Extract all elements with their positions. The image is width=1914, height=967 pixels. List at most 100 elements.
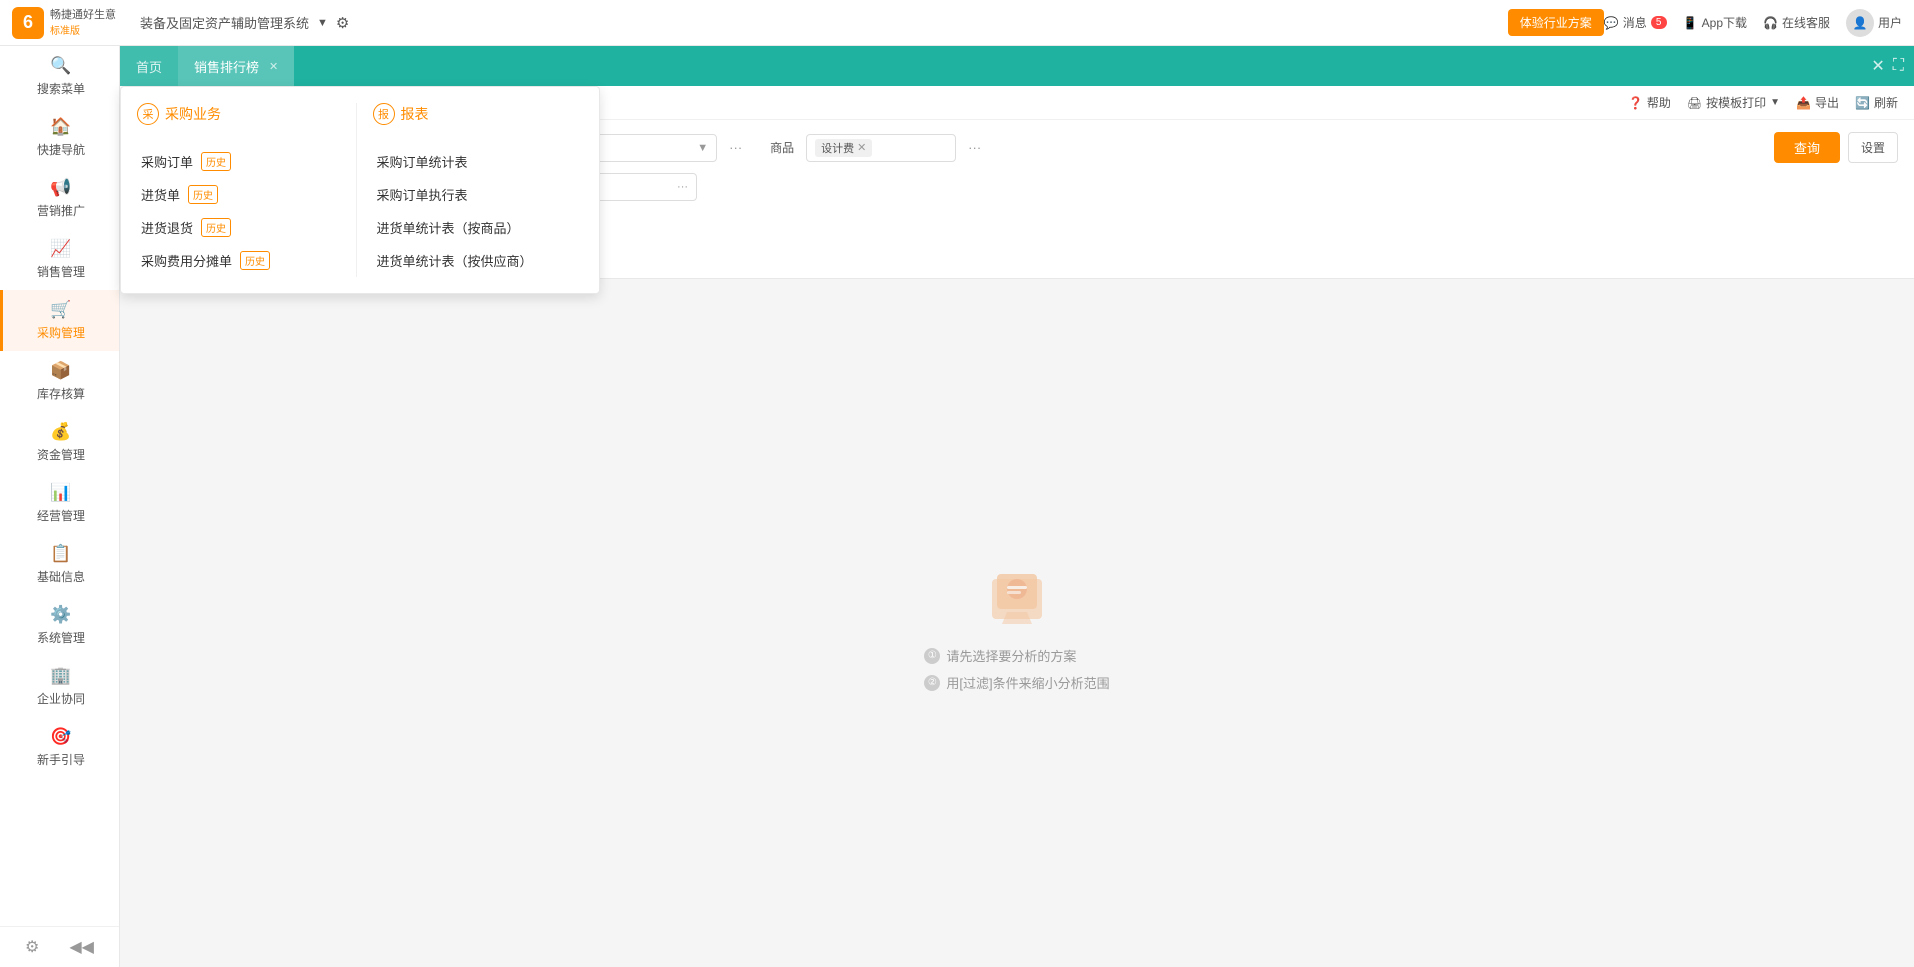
goods-tag[interactable]: 设计费 ✕	[815, 139, 872, 157]
message-item[interactable]: 💬 消息 5	[1604, 14, 1667, 31]
sidebar-item-basic-info[interactable]: 📋 基础信息	[0, 534, 119, 595]
doc-status-chevron: ▼	[697, 142, 708, 154]
empty-state: ① 请先选择要分析的方案 ② 用[过滤]条件来缩小分析范围	[120, 279, 1914, 967]
sidebar-label-finance: 资金管理	[37, 446, 85, 463]
expense-label: 采购费用分摊单	[141, 251, 232, 270]
purchase-section-label: 采购业务	[165, 104, 221, 124]
system-title-area: 装备及固定资产辅助管理系统 ▼ ⚙	[140, 13, 1500, 32]
refresh-label: 刷新	[1874, 94, 1898, 111]
user-item[interactable]: 👤 用户	[1846, 9, 1902, 37]
sidebar-label-guide: 新手引导	[37, 751, 85, 768]
sidebar-item-sales[interactable]: 📈 销售管理	[0, 229, 119, 290]
sidebar-item-inventory[interactable]: 📦 库存核算	[0, 351, 119, 412]
empty-illustration	[977, 554, 1057, 634]
tab-sales-rank-label: 销售排行榜	[194, 57, 259, 76]
help-label: 帮助	[1647, 94, 1671, 111]
logo-text: 畅捷通好生意	[50, 8, 116, 22]
tab-home-label: 首页	[136, 57, 162, 76]
action-buttons: 查询 设置	[1774, 132, 1898, 163]
sidebar-label-search: 搜索菜单	[37, 80, 85, 97]
menu-item-incoming-stats-supplier[interactable]: 进货单统计表（按供应商）	[373, 244, 584, 277]
purchase-section-title: 采 采购业务	[137, 103, 348, 133]
help-button[interactable]: ❓ 帮助	[1628, 94, 1671, 111]
print-icon: 🖨	[1687, 96, 1702, 110]
empty-tip-1: ① 请先选择要分析的方案	[924, 646, 1109, 665]
print-chevron-icon: ▼	[1770, 97, 1780, 108]
menu-item-order-stats[interactable]: 采购订单统计表	[373, 145, 584, 178]
collapse-sidebar-icon[interactable]: ◀◀	[69, 937, 94, 957]
return-label: 进货退货	[141, 218, 193, 237]
refresh-button[interactable]: 🔄 刷新	[1855, 94, 1898, 111]
history-badge-3: 历史	[201, 218, 231, 237]
app-download-item[interactable]: 📱 App下载	[1683, 14, 1747, 31]
sidebar-item-quick-nav[interactable]: 🏠 快捷导航	[0, 107, 119, 168]
sidebar-item-finance[interactable]: 💰 资金管理	[0, 412, 119, 473]
empty-tips: ① 请先选择要分析的方案 ② 用[过滤]条件来缩小分析范围	[924, 646, 1109, 692]
search-icon: 🔍	[50, 56, 71, 76]
chevron-down-icon[interactable]: ▼	[317, 17, 328, 29]
salesperson-ellipsis: ···	[677, 181, 688, 193]
sidebar-item-guide[interactable]: 🎯 新手引导	[0, 717, 119, 778]
settings-bottom-icon[interactable]: ⚙	[25, 937, 39, 957]
tab-close-icon[interactable]: ✕	[269, 60, 278, 73]
guide-icon: 🎯	[50, 727, 71, 747]
tab-maximize-icon[interactable]: ⛶	[1893, 57, 1904, 75]
system-title-text: 装备及固定资产辅助管理系统	[140, 13, 309, 32]
sidebar-label-marketing: 营销推广	[37, 202, 85, 219]
doc-status-ellipsis[interactable]: ···	[729, 140, 742, 155]
menu-item-expense[interactable]: 采购费用分摊单 历史	[137, 244, 348, 277]
sidebar-label-basic-info: 基础信息	[37, 568, 85, 585]
export-icon: 📤	[1796, 96, 1811, 110]
sidebar-label-purchase: 采购管理	[37, 324, 85, 341]
sidebar-item-enterprise[interactable]: 🏢 企业协同	[0, 656, 119, 717]
menu-item-return[interactable]: 进货退货 历史	[137, 211, 348, 244]
menu-item-purchase-order[interactable]: 采购订单 历史	[137, 145, 348, 178]
logo-badge: 标准版	[50, 22, 116, 37]
history-badge-2: 历史	[188, 185, 218, 204]
incoming-stats-supplier-label: 进货单统计表（按供应商）	[377, 251, 533, 270]
empty-tip-2-text: 用[过滤]条件来缩小分析范围	[946, 673, 1109, 692]
message-label: 消息	[1623, 14, 1647, 31]
topbar-right: 💬 消息 5 📱 App下载 🎧 在线客服 👤 用户	[1604, 9, 1902, 37]
goods-tag-remove-icon[interactable]: ✕	[857, 141, 866, 154]
sidebar: 🔍 搜索菜单 🏠 快捷导航 📢 营销推广 📈 销售管理 🛒 采购管理 📦 库存核…	[0, 46, 120, 967]
menu-item-order-exec[interactable]: 采购订单执行表	[373, 178, 584, 211]
sidebar-item-search[interactable]: 🔍 搜索菜单	[0, 46, 119, 107]
phone-icon: 📱	[1683, 16, 1698, 30]
industry-button[interactable]: 体验行业方案	[1508, 9, 1604, 36]
online-service-item[interactable]: 🎧 在线客服	[1763, 14, 1830, 31]
tab-bar-right: ✕ ⛶	[1861, 46, 1914, 86]
operations-icon: 📊	[50, 483, 71, 503]
marketing-icon: 📢	[50, 178, 71, 198]
report-section-icon: 报	[373, 103, 395, 125]
menu-item-incoming[interactable]: 进货单 历史	[137, 178, 348, 211]
sidebar-item-operations[interactable]: 📊 经营管理	[0, 473, 119, 534]
report-section-title: 报 报表	[373, 103, 584, 133]
export-button[interactable]: 📤 导出	[1796, 94, 1839, 111]
avatar: 👤	[1846, 9, 1874, 37]
message-icon: 💬	[1604, 16, 1619, 30]
settings-button[interactable]: 设置	[1848, 132, 1898, 163]
purchase-icon: 🛒	[50, 300, 71, 320]
goods-ellipsis[interactable]: ···	[968, 140, 981, 155]
home-icon: 🏠	[50, 117, 71, 137]
purchase-section: 采 采购业务 采购订单 历史 进货单 历史 进货退货 历史 采购费用分摊单 历史	[137, 103, 348, 277]
tab-close-window-icon[interactable]: ✕	[1871, 56, 1884, 76]
sidebar-item-purchase[interactable]: 🛒 采购管理	[0, 290, 119, 351]
sidebar-item-marketing[interactable]: 📢 营销推广	[0, 168, 119, 229]
order-stats-label: 采购订单统计表	[377, 152, 468, 171]
tab-home[interactable]: 首页	[120, 46, 178, 86]
query-button[interactable]: 查询	[1774, 132, 1840, 163]
goods-input[interactable]: 设计费 ✕	[806, 134, 956, 162]
print-button[interactable]: 🖨 按模板打印 ▼	[1687, 94, 1780, 111]
empty-tip-2: ② 用[过滤]条件来缩小分析范围	[924, 673, 1109, 692]
tab-sales-rank[interactable]: 销售排行榜 ✕	[178, 46, 294, 86]
menu-item-incoming-stats-goods[interactable]: 进货单统计表（按商品）	[373, 211, 584, 244]
message-badge: 5	[1651, 16, 1667, 29]
sidebar-item-system[interactable]: ⚙️ 系统管理	[0, 595, 119, 656]
print-label: 按模板打印	[1706, 94, 1766, 111]
help-icon: ❓	[1628, 96, 1643, 110]
refresh-icon: 🔄	[1855, 96, 1870, 110]
inventory-icon: 📦	[50, 361, 71, 381]
gear-icon[interactable]: ⚙	[336, 14, 349, 32]
